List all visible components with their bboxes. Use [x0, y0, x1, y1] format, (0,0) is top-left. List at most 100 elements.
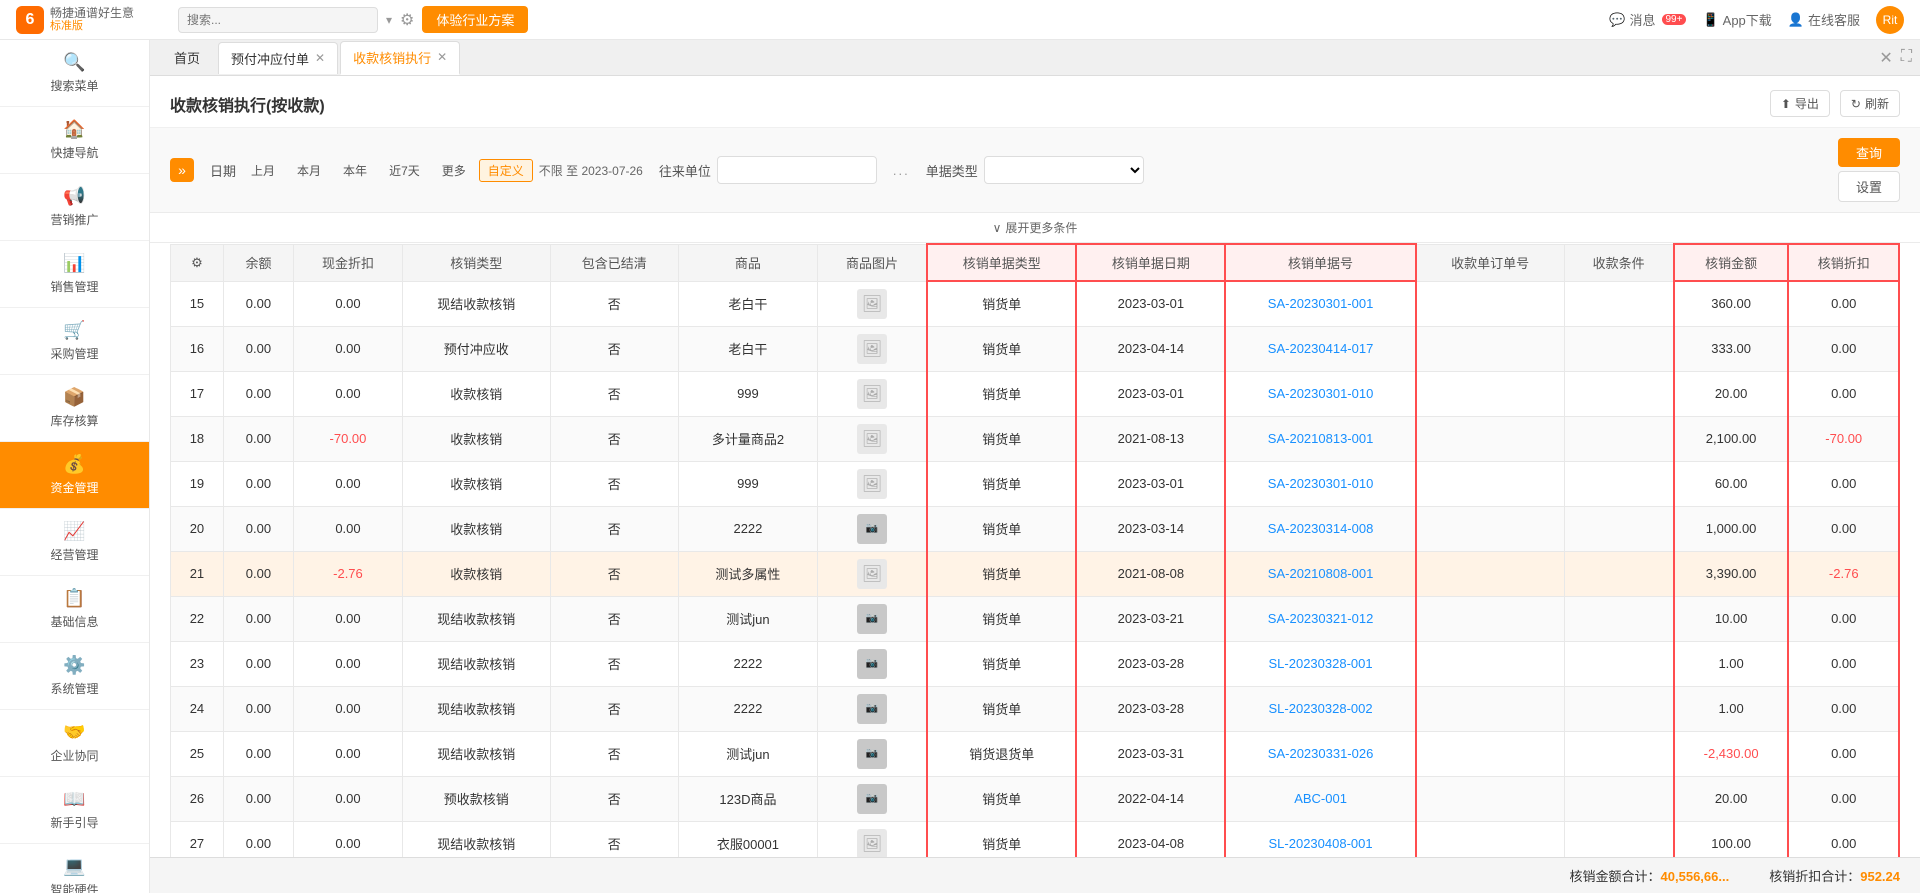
date-pill-this-year[interactable]: 本年	[334, 159, 376, 182]
table-footer: 核销金额合计：40,556,66... 核销折扣合计：952.24	[150, 857, 1920, 893]
tab-close-prepay[interactable]: ✕	[315, 51, 325, 65]
cell-receipt-order	[1416, 416, 1564, 461]
cell-bill-type: 销货单	[927, 596, 1076, 641]
cell-bill-no[interactable]: SA-20210808-001	[1225, 551, 1415, 596]
notification-label: 消息	[1629, 10, 1655, 29]
tab-expand[interactable]: ⛶	[1901, 48, 1912, 68]
app-download-item[interactable]: 📱 App下载	[1702, 10, 1771, 29]
industry-button[interactable]: 体验行业方案	[422, 6, 528, 33]
cell-verify-type: 收款核销	[402, 461, 550, 506]
settings-button[interactable]: 设置	[1838, 171, 1900, 202]
col-receipt-order: 收款单订单号	[1416, 244, 1564, 281]
cell-receipt-order	[1416, 776, 1564, 821]
col-cash-discount: 现金折扣	[294, 244, 403, 281]
col-settings[interactable]: ⚙	[171, 244, 224, 281]
cell-verify-discount: 0.00	[1788, 506, 1899, 551]
cell-bill-no[interactable]: SL-20230328-001	[1225, 641, 1415, 686]
cell-verify-amount: 100.00	[1674, 821, 1789, 857]
sidebar-item-purchase[interactable]: 🛒 采购管理	[0, 308, 149, 375]
sidebar-item-finance[interactable]: 💰 资金管理	[0, 442, 149, 509]
cell-verify-discount: 0.00	[1788, 641, 1899, 686]
cell-bill-no[interactable]: SA-20230301-010	[1225, 371, 1415, 416]
col-verify-amount: 核销金额	[1674, 244, 1789, 281]
tab-verify[interactable]: 收款核销执行 ✕	[340, 41, 460, 75]
tab-prepay[interactable]: 预付冲应付单 ✕	[218, 42, 338, 74]
gear-icon[interactable]: ⚙	[400, 10, 414, 30]
page-title: 收款核销执行(按收款)	[170, 92, 325, 116]
cell-bill-date: 2023-03-28	[1076, 641, 1225, 686]
cell-cash-discount: 0.00	[294, 281, 403, 326]
cell-bill-type: 销货单	[927, 776, 1076, 821]
cell-bill-no[interactable]: SA-20230414-017	[1225, 326, 1415, 371]
tab-close-all[interactable]: ✕	[1879, 48, 1892, 68]
cell-bill-no[interactable]: SA-20230301-010	[1225, 461, 1415, 506]
sidebar-item-guide[interactable]: 📖 新手引导	[0, 777, 149, 844]
export-button[interactable]: ⬆ 导出	[1770, 90, 1830, 117]
expand-more-button[interactable]: ∨ 展开更多条件	[993, 219, 1078, 236]
top-bar-center: ▾ ⚙ 体验行业方案	[178, 6, 1597, 33]
filter-expand-button[interactable]: »	[170, 158, 194, 182]
sidebar-item-system[interactable]: ⚙️ 系统管理	[0, 643, 149, 710]
sidebar-item-management[interactable]: 📈 经营管理	[0, 509, 149, 576]
search-input[interactable]	[178, 7, 378, 33]
cell-bill-no[interactable]: SA-20230321-012	[1225, 596, 1415, 641]
date-pill-last-month[interactable]: 上月	[242, 159, 284, 182]
table-row: 18 0.00 -70.00 收款核销 否 多计量商品2 🖼 销货单 2021-…	[171, 416, 1900, 461]
cell-cash-discount: 0.00	[294, 776, 403, 821]
date-pill-7days[interactable]: 近7天	[380, 159, 429, 182]
notifications-item[interactable]: 💬 消息 99+	[1609, 10, 1686, 29]
cell-goods-img: 🖼	[817, 551, 927, 596]
receipt-type-select[interactable]	[984, 156, 1144, 184]
cell-include-settled: 否	[550, 326, 678, 371]
sidebar-item-search[interactable]: 🔍 搜索菜单	[0, 40, 149, 107]
sidebar-item-inventory[interactable]: 📦 库存核算	[0, 375, 149, 442]
online-service-item[interactable]: 👤 在线客服	[1788, 10, 1860, 29]
date-pill-this-month[interactable]: 本月	[288, 159, 330, 182]
cell-receipt-order	[1416, 506, 1564, 551]
query-button[interactable]: 查询	[1838, 138, 1900, 167]
cell-bill-no[interactable]: SA-20230301-001	[1225, 281, 1415, 326]
cell-verify-amount: 20.00	[1674, 371, 1789, 416]
cell-bill-no[interactable]: ABC-001	[1225, 776, 1415, 821]
sidebar-item-cooperation[interactable]: 🤝 企业协同	[0, 710, 149, 777]
logo-area: 6 畅捷通谱好生意 标准版	[16, 6, 166, 34]
cell-id: 21	[171, 551, 224, 596]
cell-goods: 测试多属性	[678, 551, 817, 596]
goods-img: 📷	[857, 784, 887, 814]
cell-bill-no[interactable]: SA-20210813-001	[1225, 416, 1415, 461]
cell-goods: 2222	[678, 686, 817, 731]
cell-bill-no[interactable]: SA-20230331-026	[1225, 731, 1415, 776]
cell-bill-no[interactable]: SA-20230314-008	[1225, 506, 1415, 551]
cell-receipt-order	[1416, 551, 1564, 596]
cell-receipt-order	[1416, 281, 1564, 326]
col-bill-type: 核销单据类型	[927, 244, 1076, 281]
cell-verify-amount: 1.00	[1674, 641, 1789, 686]
cell-id: 19	[171, 461, 224, 506]
user-avatar[interactable]: Rit	[1876, 6, 1904, 34]
tab-home[interactable]: 首页	[158, 42, 216, 73]
cell-include-settled: 否	[550, 596, 678, 641]
cell-bill-no[interactable]: SL-20230328-002	[1225, 686, 1415, 731]
cell-receipt-cond	[1564, 776, 1674, 821]
date-pill-more[interactable]: 更多	[433, 159, 475, 182]
tab-bar: 首页 预付冲应付单 ✕ 收款核销执行 ✕ ✕ ⛶	[150, 40, 1920, 76]
goods-img-placeholder: 🖼	[857, 469, 887, 499]
cell-id: 17	[171, 371, 224, 416]
sidebar-item-sales[interactable]: 📊 销售管理	[0, 241, 149, 308]
cell-receipt-order	[1416, 461, 1564, 506]
book-icon: 📖	[63, 789, 85, 810]
dropdown-arrow[interactable]: ▾	[386, 13, 392, 27]
goods-img: 📷	[857, 649, 887, 679]
from-unit-input[interactable]	[717, 156, 877, 184]
money-icon: 💰	[63, 454, 85, 475]
sidebar-item-marketing[interactable]: 📢 营销推广	[0, 174, 149, 241]
cell-bill-date: 2023-03-01	[1076, 281, 1225, 326]
notification-badge: 99+	[1662, 14, 1687, 25]
sidebar-item-quicknav[interactable]: 🏠 快捷导航	[0, 107, 149, 174]
sidebar-item-hardware[interactable]: 💻 智能硬件	[0, 844, 149, 893]
tab-close-verify[interactable]: ✕	[437, 50, 447, 64]
refresh-button[interactable]: ↻ 刷新	[1840, 90, 1900, 117]
cell-bill-no[interactable]: SL-20230408-001	[1225, 821, 1415, 857]
sidebar-item-basic-info[interactable]: 📋 基础信息	[0, 576, 149, 643]
date-pill-custom[interactable]: 自定义	[479, 159, 533, 182]
